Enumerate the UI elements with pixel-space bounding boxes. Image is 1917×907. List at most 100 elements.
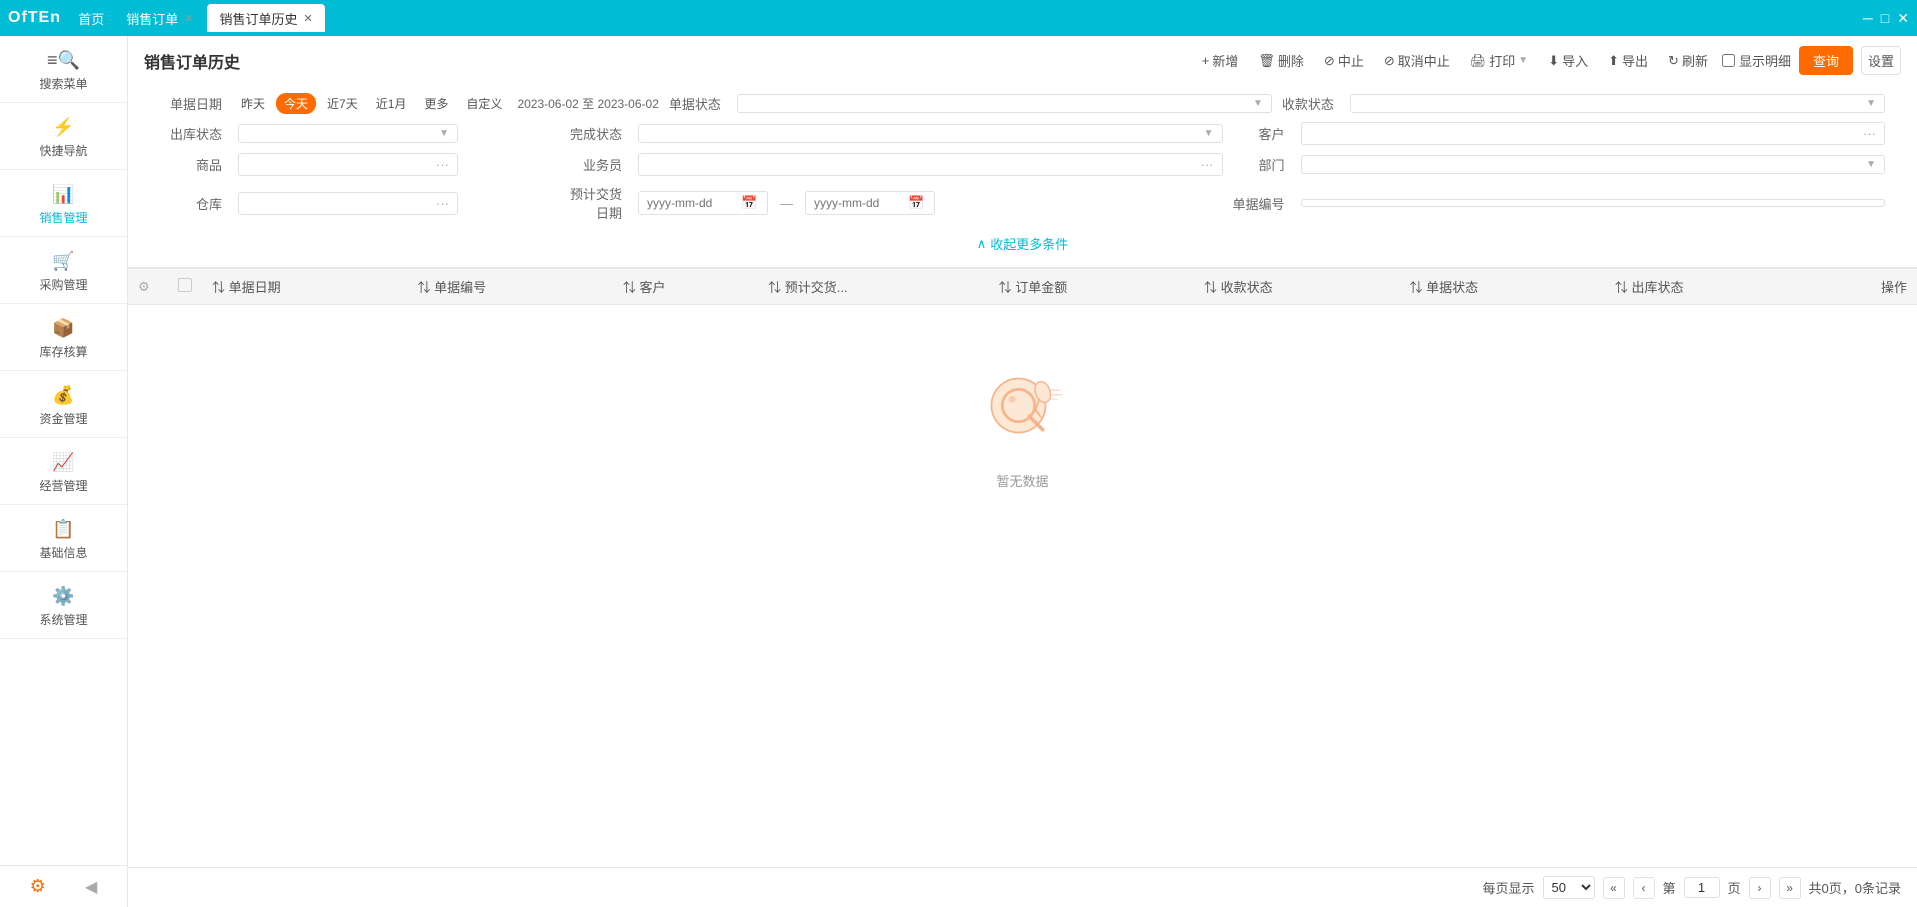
close-sales-order-tab[interactable]: ✕ [184, 12, 193, 25]
cancel-stop-button[interactable]: ⊘ 取消中止 [1378, 47, 1456, 74]
pagination-first-btn[interactable]: « [1603, 877, 1625, 899]
date-filter-section: 单据日期 昨天 今天 近7天 近1月 更多 自定义 2023-06-02 至 2… [160, 93, 659, 114]
th-customer: ⇅ 客户 [613, 269, 758, 305]
per-page-label: 每页显示 [1482, 878, 1534, 897]
import-button[interactable]: ⬇ 导入 [1542, 47, 1594, 74]
customer-input[interactable]: ··· [1301, 122, 1886, 145]
pagination-last-btn[interactable]: » [1779, 877, 1801, 899]
department-select[interactable]: ▼ [1301, 155, 1886, 174]
table-header-row: ⚙ ⇅ 单据日期 ⇅ 单据编号 [128, 269, 1917, 305]
date-to-cal-icon[interactable]: 📅 [908, 195, 924, 211]
completion-status-arrow: ▼ [1204, 128, 1214, 139]
warehouse-section: 仓库 ··· [160, 192, 560, 215]
display-cols-checkbox-label[interactable]: 显示明细 [1722, 51, 1791, 70]
payment-status-select[interactable]: ▼ [1350, 94, 1885, 113]
date-from-field[interactable] [647, 196, 737, 210]
sidebar-item-system-mgmt[interactable]: ⚙️ 系统管理 [0, 572, 127, 639]
date-btn-yesterday[interactable]: 昨天 [234, 93, 272, 114]
sidebar-item-search-menu[interactable]: ≡🔍 搜索菜单 [0, 36, 127, 103]
th-payment-status: ⇅ 收款状态 [1194, 269, 1399, 305]
date-btn-today[interactable]: 今天 [276, 93, 316, 114]
print-icon: 🖨 [1470, 53, 1487, 69]
page-number-input[interactable] [1684, 877, 1720, 898]
per-page-select[interactable]: 50 10 20 100 [1543, 876, 1595, 899]
cancel-stop-icon: ⊘ [1384, 53, 1395, 69]
th-expected-delivery: ⇅ 预计交货... [758, 269, 989, 305]
completion-status-section: 完成状态 ▼ [560, 124, 1223, 143]
export-button[interactable]: ⬆ 导出 [1602, 47, 1654, 74]
operations-icon: 📈 [52, 452, 74, 473]
expected-date-to-input[interactable]: 📅 [805, 191, 935, 215]
close-sales-order-history-tab[interactable]: ✕ [304, 12, 313, 25]
collapse-up-icon: ∧ [977, 236, 987, 252]
expected-date-from-input[interactable]: 📅 [638, 191, 768, 215]
tab-home[interactable]: 首页 [68, 5, 114, 32]
page-suffix: 页 [1728, 878, 1741, 897]
product-input[interactable]: ··· [238, 153, 458, 176]
new-icon: + [1202, 53, 1210, 68]
collapse-filters-row[interactable]: ∧ 收起更多条件 [160, 230, 1885, 261]
sidebar-item-inventory[interactable]: 📦 库存核算 [0, 304, 127, 371]
date-range-display: 2023-06-02 至 2023-06-02 [517, 95, 658, 112]
select-all-checkbox[interactable] [178, 278, 192, 292]
th-settings: ⚙ [128, 269, 168, 305]
sidebar-item-quick-nav[interactable]: ⚡ 快捷导航 [0, 103, 127, 170]
date-quick-btns: 昨天 今天 近7天 近1月 更多 自定义 [234, 93, 509, 114]
inventory-icon: 📦 [52, 318, 74, 339]
settings-button[interactable]: 设置 [1861, 46, 1901, 75]
sales-mgmt-icon: 📊 [52, 184, 74, 205]
sidebar-bottom: ⚙ ◀ [0, 865, 127, 907]
product-section: 商品 ··· [160, 153, 560, 176]
sidebar-item-finance[interactable]: 💰 资金管理 [0, 371, 127, 438]
sidebar-item-sales-mgmt[interactable]: 📊 销售管理 [0, 170, 127, 237]
sidebar-settings-icon[interactable]: ⚙ [30, 876, 46, 897]
query-button[interactable]: 查询 [1799, 46, 1853, 75]
order-status-select[interactable]: ▼ [737, 94, 1272, 113]
page-label: 第 [1663, 878, 1676, 897]
order-status-section: 单据状态 ▼ [659, 94, 1272, 113]
order-no-input[interactable] [1301, 199, 1886, 207]
delivery-status-select[interactable]: ▼ [238, 124, 458, 143]
page-title-row: 销售订单历史 + 新增 🗑 删除 ⊘ 中止 ⊘ [144, 46, 1901, 75]
th-checkbox [168, 269, 202, 305]
sidebar-item-purchase-mgmt[interactable]: 🛒 采购管理 [0, 237, 127, 304]
date-btn-more[interactable]: 更多 [417, 93, 455, 114]
display-cols-checkbox[interactable] [1722, 54, 1735, 67]
close-button[interactable]: ✕ [1897, 10, 1909, 27]
th-order-amount: ⇅ 订单金额 [989, 269, 1194, 305]
stop-button[interactable]: ⊘ 中止 [1318, 47, 1370, 74]
new-button[interactable]: + 新增 [1196, 47, 1245, 74]
completion-status-select[interactable]: ▼ [638, 124, 1223, 143]
date-btn-custom[interactable]: 自定义 [459, 93, 509, 114]
pagination-next-btn[interactable]: › [1749, 877, 1771, 899]
date-btn-last7[interactable]: 近7天 [320, 93, 365, 114]
date-btn-last1month[interactable]: 近1月 [369, 93, 414, 114]
payment-status-section: 收款状态 ▼ [1272, 94, 1885, 113]
delivery-status-section: 出库状态 ▼ [160, 124, 560, 143]
tab-sales-order-history[interactable]: 销售订单历史 ✕ [207, 4, 324, 32]
sidebar-item-operations[interactable]: 📈 经营管理 [0, 438, 127, 505]
print-dropdown-icon: ▼ [1518, 55, 1528, 66]
date-from-cal-icon[interactable]: 📅 [741, 195, 757, 211]
refresh-button[interactable]: ↻ 刷新 [1662, 47, 1714, 74]
date-to-field[interactable] [814, 196, 904, 210]
sidebar-toggle-icon[interactable]: ◀ [85, 877, 97, 897]
sidebar-item-basic-info[interactable]: 📋 基础信息 [0, 505, 127, 572]
brand-logo: OfTEn [8, 9, 61, 27]
minimize-button[interactable]: ─ [1863, 10, 1873, 26]
department-section: 部门 ▼ [1223, 155, 1886, 174]
filter-row-1: 单据日期 昨天 今天 近7天 近1月 更多 自定义 2023-06-02 至 2… [160, 93, 1885, 114]
pagination-prev-btn[interactable]: ‹ [1633, 877, 1655, 899]
sidebar: ≡🔍 搜索菜单 ⚡ 快捷导航 📊 销售管理 🛒 采购管理 📦 库存核算 💰 资金… [0, 36, 128, 907]
tab-sales-order[interactable]: 销售订单 ✕ [114, 4, 205, 32]
salesperson-input[interactable]: ··· [638, 153, 1223, 176]
purchase-mgmt-icon: 🛒 [52, 251, 74, 272]
table-settings-icon[interactable]: ⚙ [138, 279, 150, 294]
delete-button[interactable]: 🗑 删除 [1252, 47, 1310, 74]
th-delivery-status: ⇅ 出库状态 [1605, 269, 1810, 305]
print-button[interactable]: 🖨 打印 ▼ [1464, 47, 1534, 74]
pagination-total: 共0页，0条记录 [1809, 878, 1901, 897]
maximize-button[interactable]: □ [1881, 10, 1889, 26]
empty-state: 暂无数据 [128, 305, 1917, 530]
warehouse-input[interactable]: ··· [238, 192, 458, 215]
